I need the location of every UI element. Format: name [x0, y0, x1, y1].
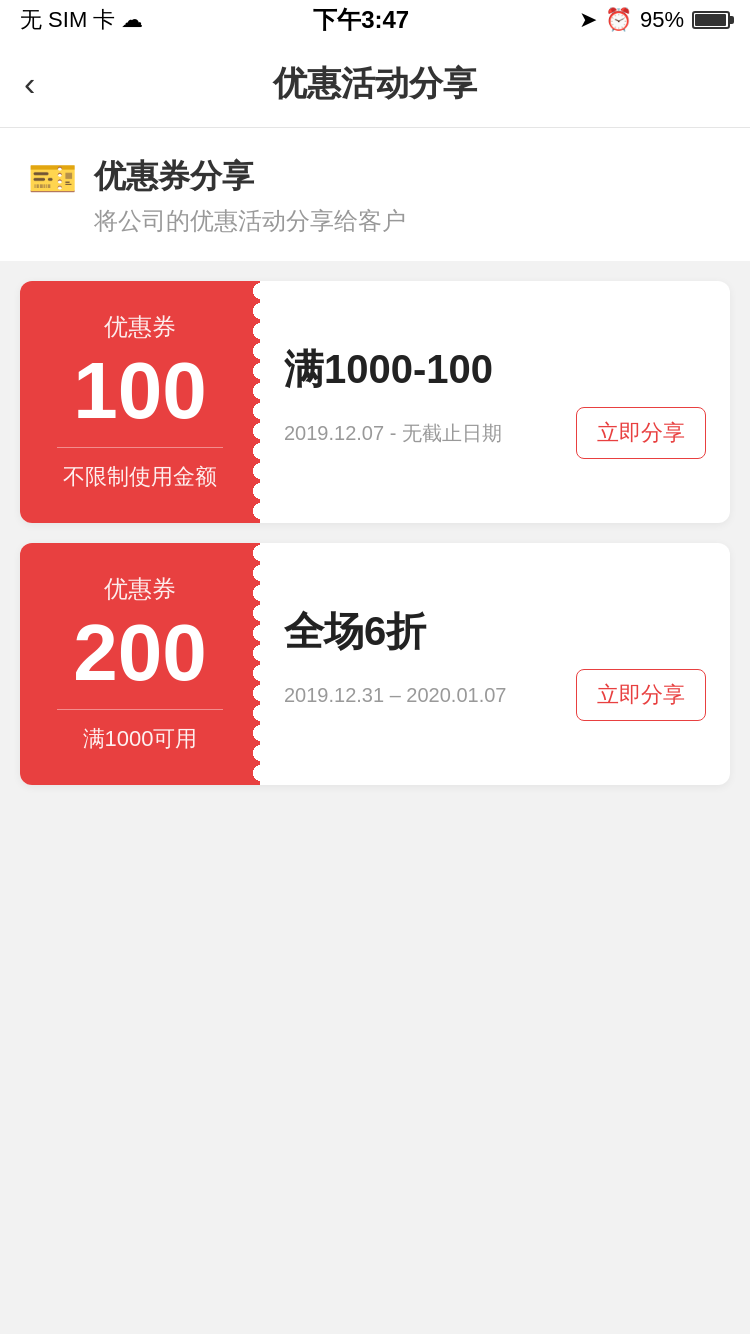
coupon-amount-1: 200 [73, 613, 206, 693]
section-subtitle: 将公司的优惠活动分享给客户 [94, 204, 406, 238]
battery-percent: 95% [640, 7, 684, 33]
coupon-label-1: 优惠券 [104, 573, 176, 605]
coupon-right-1: 全场6折 2019.12.31 – 2020.01.07 立即分享 [260, 543, 730, 785]
location-icon: ➤ [579, 7, 597, 33]
coupon-condition-0: 不限制使用金额 [63, 462, 217, 493]
coupon-card: 优惠券 200 满1000可用 全场6折 2019.12.31 – 2020.0… [20, 543, 730, 785]
page-title: 优惠活动分享 [273, 61, 477, 107]
coupon-card: 优惠券 100 不限制使用金额 满1000-100 2019.12.07 - 无… [20, 281, 730, 523]
status-left: 无 SIM 卡 ☁ [20, 5, 143, 35]
status-bar: 无 SIM 卡 ☁ 下午3:47 ➤ ⏰ 95% [0, 0, 750, 40]
share-button-1[interactable]: 立即分享 [576, 669, 706, 721]
coupon-date-0: 2019.12.07 - 无截止日期 [284, 419, 566, 447]
nav-bar: ‹ 优惠活动分享 [0, 40, 750, 128]
back-button[interactable]: ‹ [24, 64, 35, 103]
coupon-meta-0: 2019.12.07 - 无截止日期 立即分享 [284, 407, 706, 459]
alarm-icon: ⏰ [605, 7, 632, 33]
coupon-divider-1 [57, 709, 223, 710]
coupon-condition-1: 满1000可用 [83, 724, 198, 755]
coupon-list: 优惠券 100 不限制使用金额 满1000-100 2019.12.07 - 无… [0, 281, 750, 785]
status-right: ➤ ⏰ 95% [579, 7, 730, 33]
section-header: 🎫 优惠券分享 将公司的优惠活动分享给客户 [0, 128, 750, 261]
coupon-left-1: 优惠券 200 满1000可用 [20, 543, 260, 785]
battery-icon [692, 11, 730, 29]
coupon-meta-1: 2019.12.31 – 2020.01.07 立即分享 [284, 669, 706, 721]
coupon-name-1: 全场6折 [284, 607, 706, 655]
coupon-date-1: 2019.12.31 – 2020.01.07 [284, 681, 566, 709]
coupon-divider-0 [57, 447, 223, 448]
share-button-0[interactable]: 立即分享 [576, 407, 706, 459]
coupon-right-0: 满1000-100 2019.12.07 - 无截止日期 立即分享 [260, 281, 730, 523]
section-title: 优惠券分享 [94, 156, 406, 198]
coupon-left-0: 优惠券 100 不限制使用金额 [20, 281, 260, 523]
coupon-name-0: 满1000-100 [284, 345, 706, 393]
status-time: 下午3:47 [313, 4, 409, 36]
section-text-block: 优惠券分享 将公司的优惠活动分享给客户 [94, 156, 406, 237]
section-icon: 🎫 [28, 158, 78, 198]
sim-status: 无 SIM 卡 ☁ [20, 5, 143, 35]
coupon-amount-0: 100 [73, 351, 206, 431]
coupon-label-0: 优惠券 [104, 311, 176, 343]
